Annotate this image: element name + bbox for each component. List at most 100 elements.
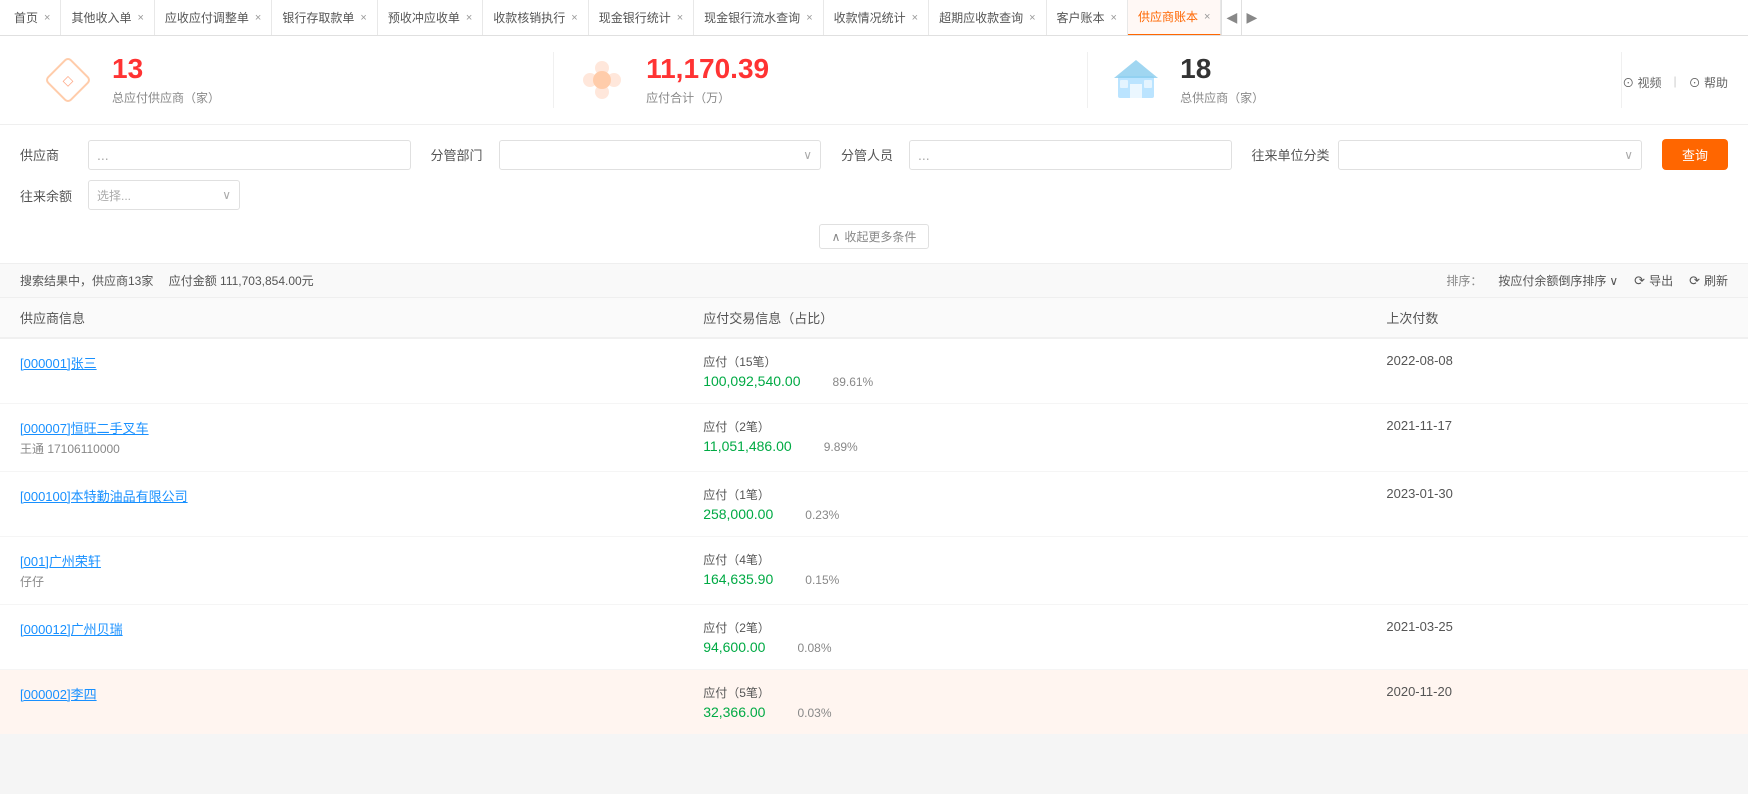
- supplier-link[interactable]: [000001]张三: [20, 356, 97, 371]
- category-label: 往来单位分类: [1252, 145, 1330, 164]
- col-header-supplier: 供应商信息: [20, 308, 703, 327]
- table-row: [001]广州荣轩 仔仔 应付（4笔） 164,635.90 0.15%: [0, 537, 1748, 605]
- tx-label: 应付（2笔）: [703, 619, 770, 636]
- nav-tab-cash-bank-stat[interactable]: 现金银行统计 ×: [589, 0, 694, 36]
- nav-tab-bank-deposit[interactable]: 银行存取款单 ×: [272, 0, 377, 36]
- nav-tab-other-income[interactable]: 其他收入单 ×: [61, 0, 154, 36]
- nav-tab-prepay-offset[interactable]: 预收冲应收单 ×: [378, 0, 483, 36]
- store-icon: [1108, 52, 1164, 108]
- table-row: [000001]张三 应付（15笔） 100,092,540.00 89.61%…: [0, 339, 1748, 404]
- tx-amount-link[interactable]: 258,000.00: [703, 506, 773, 522]
- tx-amount-link[interactable]: 11,051,486.00: [703, 438, 792, 454]
- nav-prev-button[interactable]: ◀: [1221, 0, 1241, 36]
- supplier-info: [000012]广州贝瑞: [20, 619, 703, 638]
- balance-label: 往来余额: [20, 186, 80, 205]
- filter-row-1: 供应商 ... 分管部门 ∨ 分管人员 ... 往来单位分类 ∨ 查询: [20, 139, 1728, 170]
- filter-row-2: 往来余额 选择... ∨: [20, 180, 240, 210]
- chevron-down-icon: ∨: [803, 148, 812, 162]
- supplier-input[interactable]: ...: [88, 140, 411, 170]
- person-label: 分管人员: [841, 145, 901, 164]
- nav-tab-supplier-ledger[interactable]: 供应商账本 ×: [1128, 0, 1221, 36]
- summary-value-total-suppliers: 18: [1180, 54, 1264, 85]
- close-icon[interactable]: ×: [912, 12, 918, 24]
- col-header-last-pay: 上次付数: [1386, 308, 1728, 327]
- close-icon[interactable]: ×: [571, 12, 577, 24]
- tx-info: 应付（15笔） 100,092,540.00 89.61%: [703, 353, 1386, 389]
- result-bar: 搜索结果中，供应商13家 应付金额 111,703,854.00元 排序： 按应…: [0, 264, 1748, 298]
- tx-amount-link[interactable]: 94,600.00: [703, 639, 765, 655]
- close-icon[interactable]: ×: [806, 12, 812, 24]
- tx-amount-link[interactable]: 164,635.90: [703, 571, 773, 587]
- table-row: [000012]广州贝瑞 应付（2笔） 94,600.00 0.08% 2021…: [0, 605, 1748, 670]
- category-input[interactable]: ∨: [1338, 140, 1642, 170]
- supplier-link[interactable]: [001]广州荣轩: [20, 554, 101, 569]
- table-row: [000100]本特勤油品有限公司 应付（1笔） 258,000.00 0.23…: [0, 472, 1748, 537]
- refresh-button[interactable]: ⟳ 刷新: [1689, 272, 1728, 289]
- summary-label-ap-total: 应付合计（万）: [646, 89, 769, 106]
- filter-area: 供应商 ... 分管部门 ∨ 分管人员 ... 往来单位分类 ∨ 查询: [0, 125, 1748, 264]
- supplier-link[interactable]: [000002]李四: [20, 687, 97, 702]
- close-icon[interactable]: ×: [677, 12, 683, 24]
- dept-input[interactable]: ∨: [499, 140, 822, 170]
- result-amount: 应付金额 111,703,854.00元: [169, 274, 314, 288]
- filter-supplier: 供应商 ...: [20, 140, 411, 170]
- summary-item-total-suppliers: 18 总供应商（家）: [1088, 52, 1622, 108]
- close-icon[interactable]: ×: [1029, 12, 1035, 24]
- tx-amount-link[interactable]: 32,366.00: [703, 704, 765, 720]
- sort-select[interactable]: 按应付余额倒序排序 ∨: [1498, 272, 1618, 289]
- last-pay: 2021-03-25: [1386, 619, 1728, 634]
- balance-input[interactable]: 选择... ∨: [88, 180, 240, 210]
- export-button[interactable]: ⟳ 导出: [1634, 272, 1673, 289]
- supplier-label: 供应商: [20, 145, 80, 164]
- close-icon[interactable]: ×: [137, 12, 143, 24]
- nav-tab-home[interactable]: 首页 ×: [4, 0, 61, 36]
- supplier-sub: 仔仔: [20, 573, 703, 590]
- collapse-button[interactable]: ∧ 收起更多条件: [819, 224, 930, 249]
- close-icon[interactable]: ×: [1111, 12, 1117, 24]
- table-header: 供应商信息 应付交易信息（占比） 上次付数: [0, 298, 1748, 339]
- result-actions: 排序： 按应付余额倒序排序 ∨ ⟳ 导出 ⟳ 刷新: [1446, 272, 1728, 289]
- col-header-tx: 应付交易信息（占比）: [703, 308, 1386, 327]
- collapse-row: ∧ 收起更多条件: [20, 220, 1728, 253]
- tx-amount-link[interactable]: 100,092,540.00: [703, 373, 800, 389]
- nav-tab-ar-ap-adjust[interactable]: 应收应付调整单 ×: [155, 0, 272, 36]
- close-icon[interactable]: ×: [44, 12, 50, 24]
- nav-tab-customer-ledger[interactable]: 客户账本 ×: [1047, 0, 1128, 36]
- nav-tab-receipt-verify[interactable]: 收款核销执行 ×: [483, 0, 588, 36]
- tx-label: 应付（1笔）: [703, 486, 770, 503]
- nav-tab-cash-flow-query[interactable]: 现金银行流水查询 ×: [694, 0, 823, 36]
- video-link[interactable]: ⊙ 视频: [1622, 74, 1661, 91]
- help-link[interactable]: ⊙ 帮助: [1689, 74, 1728, 91]
- filter-balance: 往来余额 选择... ∨: [20, 180, 240, 210]
- tx-info: 应付（4笔） 164,635.90 0.15%: [703, 551, 1386, 587]
- person-input[interactable]: ...: [909, 140, 1232, 170]
- chevron-up-icon: ∧: [832, 230, 841, 244]
- nav-tab-receipt-stat[interactable]: 收款情况统计 ×: [824, 0, 929, 36]
- close-icon[interactable]: ×: [255, 12, 261, 24]
- nav-next-button[interactable]: ▶: [1241, 0, 1261, 36]
- tx-percent: 0.08%: [797, 641, 831, 655]
- refresh-icon: ⟳: [1689, 273, 1700, 289]
- result-info: 搜索结果中，供应商13家 应付金额 111,703,854.00元: [20, 272, 326, 289]
- summary-info-ap-total: 11,170.39 应付合计（万）: [646, 54, 769, 106]
- filter-person: 分管人员 ...: [841, 140, 1232, 170]
- data-table: 供应商信息 应付交易信息（占比） 上次付数 [000001]张三 应付（15笔）…: [0, 298, 1748, 734]
- supplier-link[interactable]: [000012]广州贝瑞: [20, 622, 123, 637]
- chevron-down-icon: ∨: [222, 188, 231, 202]
- filter-dept: 分管部门 ∨: [431, 140, 822, 170]
- filter-category: 往来单位分类 ∨: [1252, 140, 1643, 170]
- nav-tab-overdue-query[interactable]: 超期应收款查询 ×: [929, 0, 1046, 36]
- last-pay: 2021-11-17: [1386, 418, 1728, 433]
- summary-label-total-suppliers: 总供应商（家）: [1180, 89, 1264, 106]
- close-icon[interactable]: ×: [1204, 11, 1210, 23]
- supplier-link[interactable]: [000100]本特勤油品有限公司: [20, 489, 188, 504]
- query-button[interactable]: 查询: [1662, 139, 1728, 170]
- summary-value-ap-suppliers: 13: [112, 54, 220, 85]
- summary-bar: ◇ 13 总应付供应商（家） 11,170.39 应付合计（万）: [0, 36, 1748, 125]
- supplier-link[interactable]: [000007]恒旺二手叉车: [20, 421, 149, 436]
- close-icon[interactable]: ×: [360, 12, 366, 24]
- tx-percent: 89.61%: [833, 375, 874, 389]
- summary-info-total-suppliers: 18 总供应商（家）: [1180, 54, 1264, 106]
- summary-value-ap-total: 11,170.39: [646, 54, 769, 85]
- close-icon[interactable]: ×: [466, 12, 472, 24]
